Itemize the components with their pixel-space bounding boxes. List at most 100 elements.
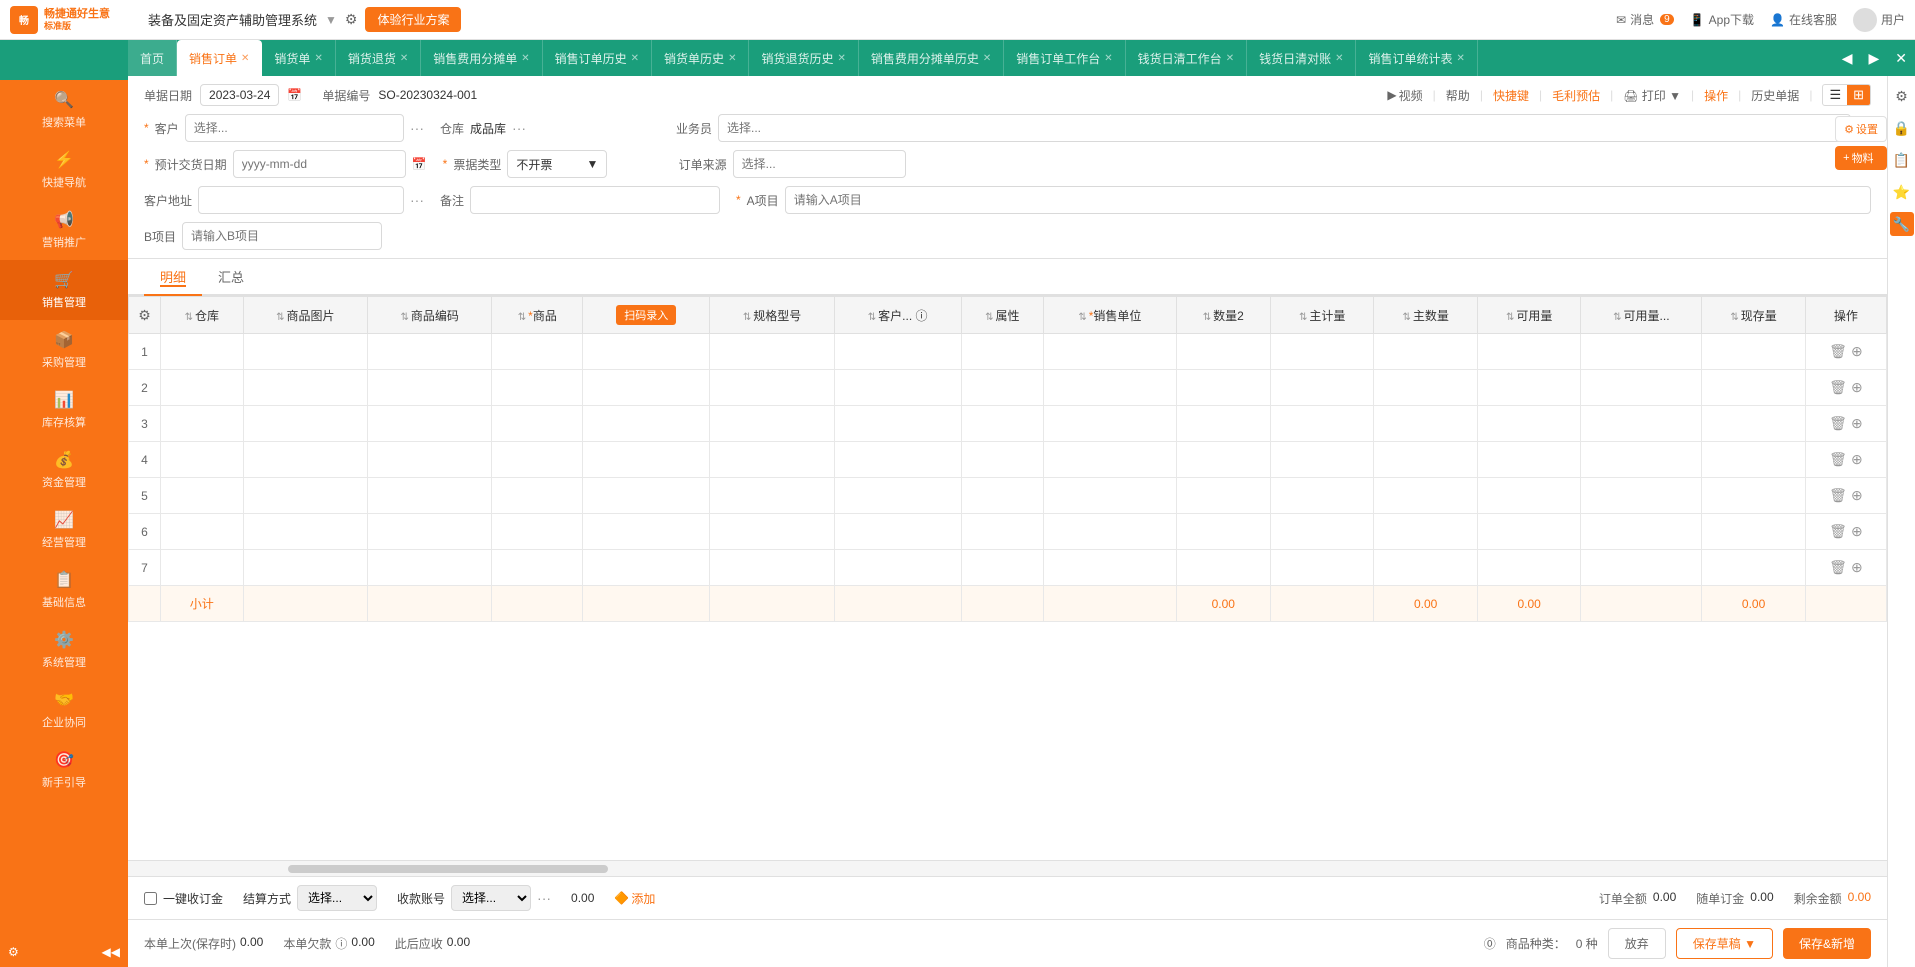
tab-daily-clear[interactable]: 钱货日清工作台 ✕ — [1126, 40, 1247, 76]
user-item[interactable]: 用户 — [1853, 8, 1905, 32]
history-action[interactable]: 历史单据 — [1751, 87, 1799, 104]
tab-home[interactable]: 首页 — [128, 40, 177, 76]
sidebar-item-enterprise[interactable]: 🤝 企业协同 — [0, 680, 128, 740]
order-source-input[interactable] — [733, 150, 906, 178]
right-icon-1[interactable]: 🔒 — [1890, 116, 1914, 140]
delivery-input[interactable] — [233, 150, 406, 178]
help-action[interactable]: 帮助 — [1446, 87, 1470, 104]
tab-return-goods[interactable]: 销货退货 ✕ — [336, 40, 421, 76]
solution-button[interactable]: 体验行业方案 — [365, 7, 461, 32]
sidebar-item-search[interactable]: 🔍 搜索菜单 — [0, 80, 128, 140]
row-copy-btn[interactable]: ⊕ — [1851, 487, 1863, 504]
col-settings-icon[interactable]: ⚙ — [138, 307, 151, 323]
sidebar-collapse-icon[interactable]: ◀◀ — [102, 945, 120, 959]
row-delete-btn[interactable]: 🗑 — [1829, 523, 1847, 540]
scroll-thumb[interactable] — [288, 865, 608, 873]
sidebar-item-finance[interactable]: 💰 资金管理 — [0, 440, 128, 500]
row-copy-btn[interactable]: ⊕ — [1851, 343, 1863, 360]
row-delete-btn[interactable]: 🗑 — [1829, 415, 1847, 432]
online-service-item[interactable]: 👤 在线客服 — [1770, 11, 1837, 28]
grid-view-btn[interactable]: ⊞ — [1847, 85, 1870, 105]
tab-order-workbench[interactable]: 销售订单工作台 ✕ — [1004, 40, 1125, 76]
row-copy-btn[interactable]: ⊕ — [1851, 559, 1863, 576]
account-select[interactable]: 选择... — [451, 885, 531, 911]
calendar-icon[interactable]: 📅 — [287, 88, 302, 102]
tab-fee-history[interactable]: 销售费用分摊单历史 ✕ — [859, 40, 1004, 76]
shortcut-action[interactable]: 快捷键 — [1493, 87, 1529, 104]
tab-close-fee-split[interactable]: ✕ — [521, 53, 529, 64]
tab-close-sales-return[interactable]: ✕ — [314, 53, 322, 64]
sidebar-item-purchase[interactable]: 📦 采购管理 — [0, 320, 128, 380]
tab-close-order-stats[interactable]: ✕ — [1457, 53, 1465, 64]
customer-address-input[interactable] — [198, 186, 404, 214]
tab-sales-order[interactable]: 销售订单 ✕ — [177, 40, 262, 76]
tab-daily-reconcile[interactable]: 钱货日清对账 ✕ — [1247, 40, 1356, 76]
add-button[interactable]: 🔶 添加 — [614, 890, 655, 907]
address-more-btn[interactable]: ··· — [410, 192, 424, 208]
quick-order-checkbox[interactable] — [144, 892, 157, 905]
row-delete-btn[interactable]: 🗑 — [1829, 559, 1847, 576]
staff-input[interactable] — [718, 114, 1851, 142]
tab-close-fee-history[interactable]: ✕ — [983, 53, 991, 64]
tab-return-history[interactable]: 销货单历史 ✕ — [652, 40, 749, 76]
row-delete-btn[interactable]: 🗑 — [1829, 379, 1847, 396]
sidebar-item-quick[interactable]: ⚡ 快捷导航 — [0, 140, 128, 200]
sidebar-item-marketing[interactable]: 📢 营销推广 — [0, 200, 128, 260]
account-more-btn[interactable]: ··· — [537, 890, 551, 906]
list-view-btn[interactable]: ☰ — [1823, 85, 1847, 105]
tab-close-return-history[interactable]: ✕ — [728, 53, 736, 64]
tab-order-history[interactable]: 销售订单历史 ✕ — [543, 40, 652, 76]
app-download-item[interactable]: 📱 App下载 — [1690, 11, 1754, 28]
tab-next-btn[interactable]: ▶ — [1860, 50, 1887, 67]
sidebar-item-sales[interactable]: 🛒 销售管理 — [0, 260, 128, 320]
row-delete-btn[interactable]: 🗑 — [1829, 487, 1847, 504]
print-action[interactable]: 🖨 打印 ▼ — [1623, 87, 1681, 104]
message-item[interactable]: ✉ 消息 9 — [1616, 11, 1674, 28]
discard-button[interactable]: 放弃 — [1608, 928, 1666, 959]
tab-order-stats[interactable]: 销售订单统计表 ✕ — [1356, 40, 1477, 76]
save-new-button[interactable]: 保存&新增 — [1783, 928, 1871, 959]
delivery-calendar-icon[interactable]: 📅 — [412, 157, 427, 171]
sidebar-item-ops[interactable]: 📈 经营管理 — [0, 500, 128, 560]
date-value[interactable]: 2023-03-24 — [200, 84, 279, 106]
b-project-input[interactable] — [182, 222, 382, 250]
sidebar-settings-icon[interactable]: ⚙ — [8, 945, 19, 959]
right-icon-settings[interactable]: ⚙ — [1890, 84, 1914, 108]
tab-close-order-workbench[interactable]: ✕ — [1104, 53, 1112, 64]
tab-fee-split[interactable]: 销售费用分摊单 ✕ — [421, 40, 542, 76]
a-project-input[interactable] — [785, 186, 1871, 214]
sidebar-item-basic[interactable]: 📋 基础信息 — [0, 560, 128, 620]
settings-panel-btn[interactable]: ⚙ 设置 — [1835, 116, 1887, 142]
tab-prev-btn[interactable]: ◀ — [1834, 50, 1861, 67]
tab-detail[interactable]: 明细 — [144, 259, 202, 296]
tab-close-order-history[interactable]: ✕ — [631, 53, 639, 64]
sidebar-item-inventory[interactable]: 📊 库存核算 — [0, 380, 128, 440]
sidebar-item-guide[interactable]: 🎯 新手引导 — [0, 740, 128, 800]
scan-btn[interactable]: 扫码录入 — [616, 305, 676, 325]
sidebar-item-system[interactable]: ⚙️ 系统管理 — [0, 620, 128, 680]
row-copy-btn[interactable]: ⊕ — [1851, 415, 1863, 432]
row-copy-btn[interactable]: ⊕ — [1851, 379, 1863, 396]
tab-close-return-goods[interactable]: ✕ — [400, 53, 408, 64]
tab-summary[interactable]: 汇总 — [202, 259, 260, 296]
warehouse-more-btn[interactable]: ··· — [512, 120, 526, 136]
row-copy-btn[interactable]: ⊕ — [1851, 451, 1863, 468]
settings-gear-icon[interactable]: ⚙ — [345, 11, 358, 28]
tab-close-sales-order[interactable]: ✕ — [241, 53, 249, 64]
dropdown-icon[interactable]: ▼ — [325, 13, 337, 27]
right-icon-add-material[interactable]: 🔧 — [1890, 212, 1914, 236]
add-material-btn[interactable]: + 物料 — [1835, 146, 1887, 170]
customer-more-btn[interactable]: ··· — [410, 120, 424, 136]
save-draft-button[interactable]: 保存草稿 ▼ — [1676, 928, 1773, 959]
tab-sales-return[interactable]: 销货单 ✕ — [262, 40, 335, 76]
customer-input[interactable] — [185, 114, 404, 142]
remark-input[interactable] — [470, 186, 720, 214]
tab-goods-return-history[interactable]: 销货退货历史 ✕ — [749, 40, 858, 76]
payment-method-select[interactable]: 选择... — [297, 885, 377, 911]
right-icon-2[interactable]: 📋 — [1890, 148, 1914, 172]
right-icon-3[interactable]: ⭐ — [1890, 180, 1914, 204]
row-delete-btn[interactable]: 🗑 — [1829, 451, 1847, 468]
invoice-select[interactable]: 不开票 ▼ — [507, 150, 607, 178]
tab-close-daily-clear[interactable]: ✕ — [1226, 53, 1234, 64]
view-action[interactable]: ▶ 视频 — [1387, 87, 1422, 104]
